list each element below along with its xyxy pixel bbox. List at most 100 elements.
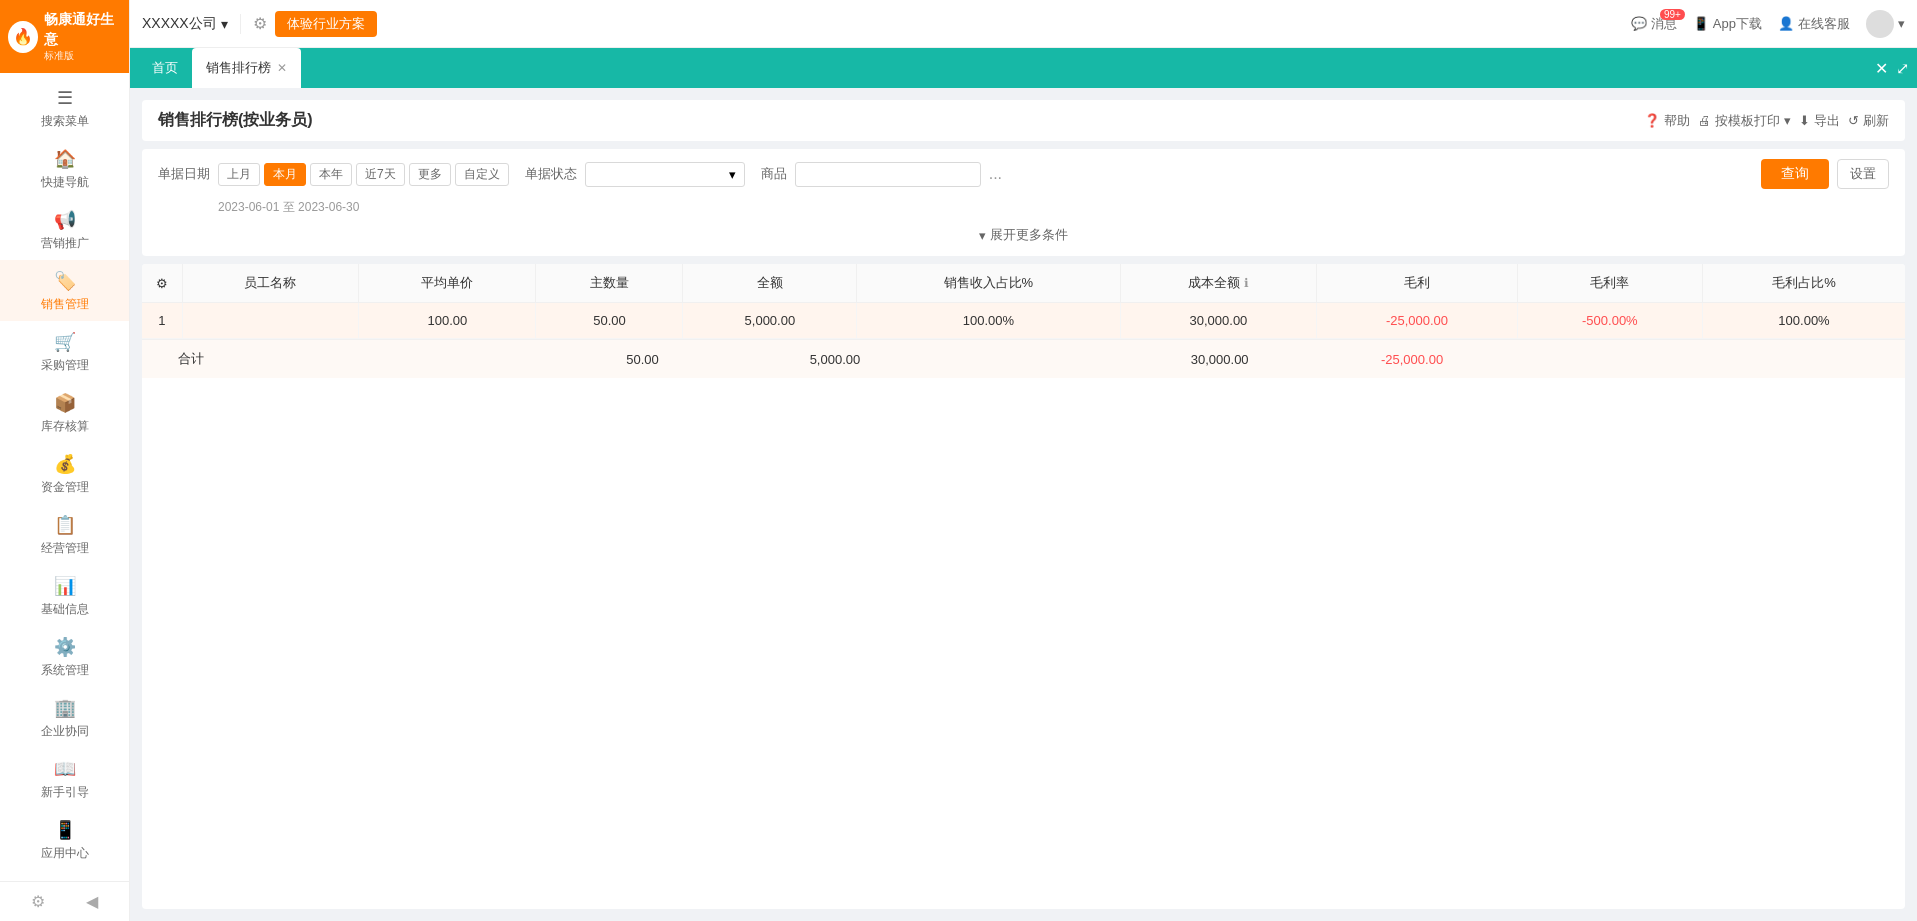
export-btn[interactable]: ⬇ 导出 bbox=[1799, 112, 1840, 130]
date-this-month-btn[interactable]: 本月 bbox=[264, 163, 306, 186]
sidebar-item-apps[interactable]: 📱 应用中心 bbox=[0, 809, 129, 870]
sidebar-item-operations[interactable]: 📋 经营管理 bbox=[0, 504, 129, 565]
cost-info-icon[interactable]: ℹ bbox=[1244, 276, 1249, 290]
sidebar-icon-purchase: 🛒 bbox=[54, 331, 76, 353]
topbar-settings-icon[interactable]: ⚙ bbox=[253, 14, 267, 33]
date-prev-month-btn[interactable]: 上月 bbox=[218, 163, 260, 186]
user-chevron-icon: ▾ bbox=[1898, 16, 1905, 31]
tab-sales-rank-label: 销售排行榜 bbox=[206, 59, 271, 77]
th-gross-rate: 毛利率 bbox=[1517, 264, 1702, 303]
tab-home-label: 首页 bbox=[152, 59, 178, 77]
online-service-btn[interactable]: 👤 在线客服 bbox=[1778, 15, 1850, 33]
sidebar-label-inventory: 库存核算 bbox=[41, 418, 89, 435]
sidebar-item-search[interactable]: ☰ 搜索菜单 bbox=[0, 77, 129, 138]
tab-close-icon[interactable]: ✕ bbox=[277, 61, 287, 75]
sidebar-item-system[interactable]: ⚙️ 系统管理 bbox=[0, 626, 129, 687]
topbar: XXXXX公司 ▾ ⚙ 体验行业方案 💬 消息 99+ 📱 App下载 👤 在线… bbox=[130, 0, 1917, 48]
th-qty: 主数量 bbox=[536, 264, 683, 303]
sidebar-icon-search: ☰ bbox=[57, 87, 73, 109]
goods-filter-group: 商品 ... bbox=[761, 162, 1002, 187]
footer-qty: 50.00 bbox=[546, 352, 738, 367]
window-close-icon[interactable]: ✕ bbox=[1875, 59, 1888, 78]
table-footer: 合计 50.00 5,000.00 30,000.00 -25,000.00 bbox=[142, 339, 1905, 378]
tab-sales-rank[interactable]: 销售排行榜 ✕ bbox=[192, 48, 301, 88]
sidebar-item-sales[interactable]: 🏷️ 销售管理 bbox=[0, 260, 129, 321]
sidebar-item-marketing[interactable]: 📢 营销推广 bbox=[0, 199, 129, 260]
cell-rank: 1 bbox=[142, 303, 182, 339]
print-btn[interactable]: 🖨 按模板打印 ▾ bbox=[1698, 112, 1791, 130]
goods-more-icon[interactable]: ... bbox=[989, 165, 1002, 183]
cell-qty: 50.00 bbox=[536, 303, 683, 339]
help-label: 帮助 bbox=[1664, 112, 1690, 130]
footer-gross: -25,000.00 bbox=[1316, 352, 1508, 367]
expand-more-row[interactable]: ▾ 展开更多条件 bbox=[158, 224, 1889, 246]
footer-cost: 30,000.00 bbox=[1124, 352, 1316, 367]
print-chevron-icon: ▾ bbox=[1784, 113, 1791, 128]
tabbar: 首页 销售排行榜 ✕ ✕ ⤢ bbox=[130, 48, 1917, 88]
status-select[interactable]: ▾ bbox=[585, 162, 745, 187]
help-btn[interactable]: ❓ 帮助 bbox=[1644, 112, 1690, 130]
sidebar-item-quick-nav[interactable]: 🏠 快捷导航 bbox=[0, 138, 129, 199]
user-avatar-btn[interactable]: ▾ bbox=[1866, 10, 1905, 38]
main-area: XXXXX公司 ▾ ⚙ 体验行业方案 💬 消息 99+ 📱 App下载 👤 在线… bbox=[130, 0, 1917, 921]
cell-avg-price: 100.00 bbox=[359, 303, 536, 339]
collapse-sidebar-icon[interactable]: ◀ bbox=[86, 892, 98, 911]
page-header: 销售排行榜(按业务员) ❓ 帮助 🖨 按模板打印 ▾ ⬇ 导出 ↺ 刷新 bbox=[142, 100, 1905, 141]
refresh-icon: ↺ bbox=[1848, 113, 1859, 128]
sidebar-label-finance: 资金管理 bbox=[41, 479, 89, 496]
th-employee: 员工名称 bbox=[182, 264, 359, 303]
online-service-label: 在线客服 bbox=[1798, 15, 1850, 33]
th-sales-pct: 销售收入占比% bbox=[857, 264, 1120, 303]
window-controls: ✕ ⤢ bbox=[1875, 59, 1909, 78]
sidebar-label-system: 系统管理 bbox=[41, 662, 89, 679]
sidebar-item-enterprise[interactable]: 🏢 企业协同 bbox=[0, 687, 129, 748]
message-btn[interactable]: 💬 消息 99+ bbox=[1631, 15, 1677, 33]
action-buttons: 查询 设置 bbox=[1761, 159, 1889, 189]
th-settings[interactable]: ⚙ bbox=[142, 264, 182, 303]
th-gross: 毛利 bbox=[1317, 264, 1517, 303]
page-actions: ❓ 帮助 🖨 按模板打印 ▾ ⬇ 导出 ↺ 刷新 bbox=[1644, 112, 1889, 130]
settings-footer-icon[interactable]: ⚙ bbox=[31, 892, 45, 911]
window-expand-icon[interactable]: ⤢ bbox=[1896, 59, 1909, 78]
settings-btn[interactable]: 设置 bbox=[1837, 159, 1889, 189]
th-cost: 成本全额 ℹ bbox=[1120, 264, 1317, 303]
cell-gross: -25,000.00 bbox=[1317, 303, 1517, 339]
expand-more-chevron-icon: ▾ bbox=[979, 228, 986, 243]
goods-input[interactable] bbox=[795, 162, 981, 187]
sidebar-label-apps: 应用中心 bbox=[41, 845, 89, 862]
sidebar-item-finance[interactable]: 💰 资金管理 bbox=[0, 443, 129, 504]
page-title: 销售排行榜(按业务员) bbox=[158, 110, 313, 131]
export-label: 导出 bbox=[1814, 112, 1840, 130]
company-chevron-icon: ▾ bbox=[221, 16, 228, 32]
app-download-btn[interactable]: 📱 App下载 bbox=[1693, 15, 1762, 33]
sidebar-label-search: 搜索菜单 bbox=[41, 113, 89, 130]
status-filter-label: 单据状态 bbox=[525, 165, 577, 183]
th-avg-price: 平均单价 bbox=[359, 264, 536, 303]
content: 销售排行榜(按业务员) ❓ 帮助 🖨 按模板打印 ▾ ⬇ 导出 ↺ 刷新 bbox=[130, 88, 1917, 921]
refresh-btn[interactable]: ↺ 刷新 bbox=[1848, 112, 1889, 130]
sidebar-label-quick-nav: 快捷导航 bbox=[41, 174, 89, 191]
th-amount: 全额 bbox=[683, 264, 857, 303]
sidebar-label-purchase: 采购管理 bbox=[41, 357, 89, 374]
sidebar-item-wechat[interactable]: 💬 企业微信 bbox=[0, 870, 129, 881]
sidebar-item-inventory[interactable]: 📦 库存核算 bbox=[0, 382, 129, 443]
date-more-btn[interactable]: 更多 bbox=[409, 163, 451, 186]
sidebar-item-purchase[interactable]: 🛒 采购管理 bbox=[0, 321, 129, 382]
query-btn[interactable]: 查询 bbox=[1761, 159, 1829, 189]
cell-gross-rate: -500.00% bbox=[1517, 303, 1702, 339]
cell-employee bbox=[182, 303, 359, 339]
trial-btn[interactable]: 体验行业方案 bbox=[275, 11, 377, 37]
date-last-7-days-btn[interactable]: 近7天 bbox=[356, 163, 405, 186]
sidebar-item-guide[interactable]: 📖 新手引导 bbox=[0, 748, 129, 809]
sales-rank-table: ⚙ 员工名称 平均单价 主数量 全额 销售收入占比% 成本全额 ℹ 毛利 毛利率 bbox=[142, 264, 1905, 339]
date-custom-btn[interactable]: 自定义 bbox=[455, 163, 509, 186]
status-filter-group: 单据状态 ▾ bbox=[525, 162, 745, 187]
sidebar-nav: ☰ 搜索菜单 🏠 快捷导航 📢 营销推广 🏷️ 销售管理 🛒 采购管理 📦 库存… bbox=[0, 73, 129, 881]
sidebar-item-basic[interactable]: 📊 基础信息 bbox=[0, 565, 129, 626]
sidebar-label-marketing: 营销推广 bbox=[41, 235, 89, 252]
tab-home[interactable]: 首页 bbox=[138, 48, 192, 88]
cell-cost: 30,000.00 bbox=[1120, 303, 1317, 339]
company-selector[interactable]: XXXXX公司 ▾ bbox=[142, 15, 228, 33]
sidebar-icon-finance: 💰 bbox=[54, 453, 76, 475]
date-this-year-btn[interactable]: 本年 bbox=[310, 163, 352, 186]
